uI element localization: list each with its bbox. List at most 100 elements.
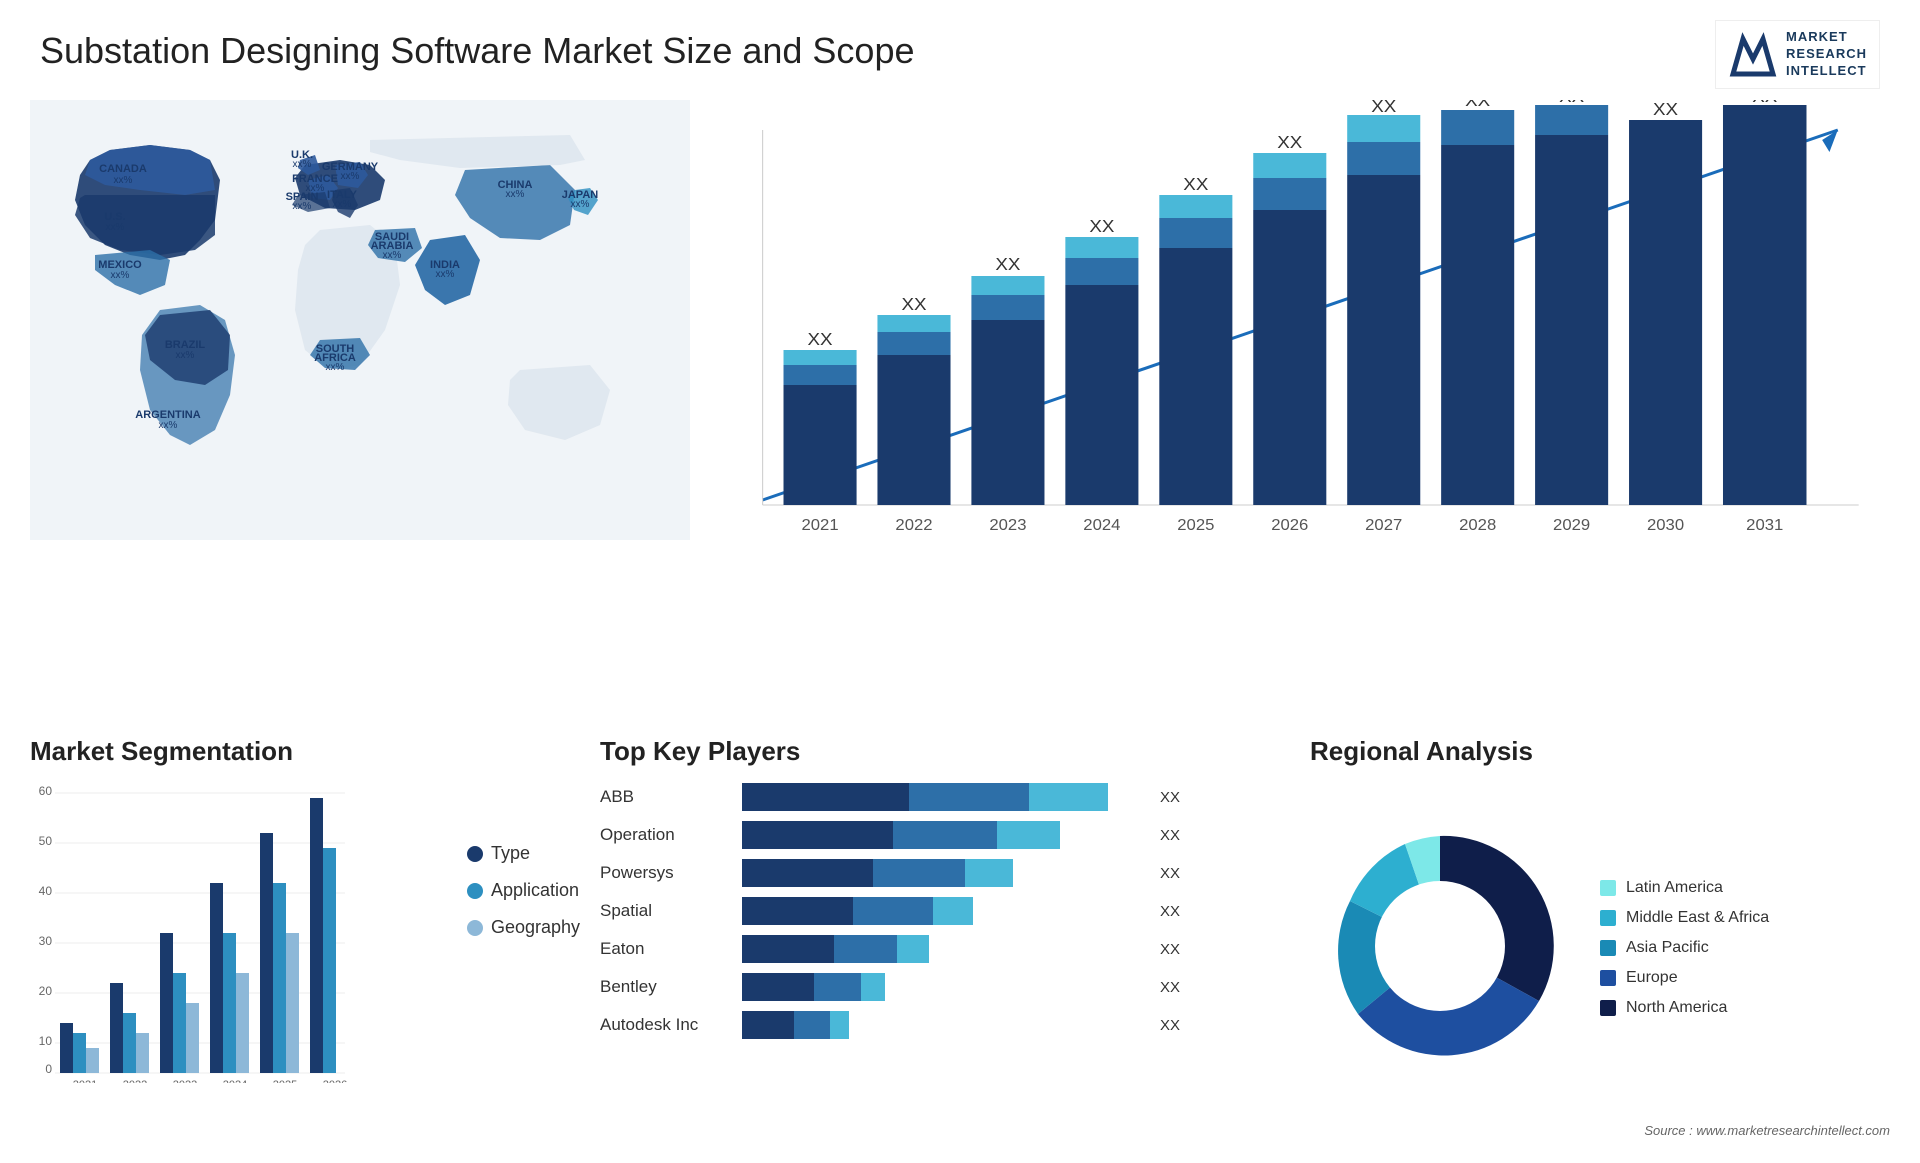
svg-text:2024: 2024 bbox=[1083, 516, 1120, 534]
legend-latin-america: Latin America bbox=[1600, 879, 1769, 897]
application-label: Application bbox=[491, 880, 579, 901]
legend-europe: Europe bbox=[1600, 969, 1769, 987]
asia-pacific-label: Asia Pacific bbox=[1626, 939, 1709, 957]
bar-seg1 bbox=[742, 859, 873, 887]
legend-type: Type bbox=[467, 843, 580, 864]
key-players-title: Top Key Players bbox=[600, 736, 1180, 767]
europe-color bbox=[1600, 970, 1616, 986]
legend-application: Application bbox=[467, 880, 580, 901]
bar-seg3 bbox=[830, 1011, 850, 1039]
bar-seg1 bbox=[742, 821, 893, 849]
type-label: Type bbox=[491, 843, 530, 864]
svg-text:XX: XX bbox=[995, 253, 1020, 274]
svg-text:30: 30 bbox=[39, 934, 53, 948]
player-name-powersys: Powersys bbox=[600, 863, 730, 883]
bar-seg1 bbox=[742, 973, 814, 1001]
player-xx-operation: XX bbox=[1160, 827, 1180, 844]
bar-seg3 bbox=[933, 897, 973, 925]
player-row-autodesk: Autodesk Inc XX bbox=[600, 1011, 1180, 1039]
bar-seg2 bbox=[814, 973, 862, 1001]
svg-text:40: 40 bbox=[39, 884, 53, 898]
bar-seg1 bbox=[742, 783, 909, 811]
svg-text:xx%: xx% bbox=[159, 420, 178, 431]
north-america-label: North America bbox=[1626, 999, 1727, 1017]
market-segmentation-section: Market Segmentation 60 50 40 30 20 10 0 bbox=[30, 736, 580, 1116]
bar-seg3 bbox=[965, 859, 1013, 887]
player-bar-operation bbox=[742, 821, 1140, 849]
world-map-section: CANADA xx% U.S. xx% MEXICO xx% BRAZIL xx… bbox=[30, 100, 690, 540]
svg-text:2022: 2022 bbox=[123, 1079, 147, 1083]
legend-geography: Geography bbox=[467, 917, 580, 938]
growth-bar-chart: XX 2021 XX 2022 XX 2023 XX 2024 XX 2025 … bbox=[700, 100, 1890, 540]
svg-text:xx%: xx% bbox=[114, 175, 133, 186]
svg-text:XX: XX bbox=[1183, 173, 1208, 194]
svg-text:xx%: xx% bbox=[176, 350, 195, 361]
page-title: Substation Designing Software Market Siz… bbox=[40, 30, 915, 72]
source-text: Source : www.marketresearchintellect.com bbox=[1644, 1123, 1890, 1138]
svg-text:2023: 2023 bbox=[173, 1079, 197, 1083]
svg-text:xx%: xx% bbox=[293, 201, 312, 212]
svg-text:XX: XX bbox=[1752, 100, 1777, 106]
svg-text:10: 10 bbox=[39, 1034, 53, 1048]
bar-seg3 bbox=[997, 821, 1061, 849]
svg-text:60: 60 bbox=[39, 784, 53, 798]
bar-seg3 bbox=[897, 935, 929, 963]
svg-text:2029: 2029 bbox=[1553, 516, 1590, 534]
player-name-operation: Operation bbox=[600, 825, 730, 845]
donut-chart bbox=[1310, 816, 1570, 1081]
player-bar-powersys bbox=[742, 859, 1140, 887]
svg-text:2021: 2021 bbox=[73, 1079, 97, 1083]
svg-text:2025: 2025 bbox=[1177, 516, 1214, 534]
key-players-section: Top Key Players ABB XX Operation XX Powe… bbox=[600, 736, 1180, 1116]
bar-seg2 bbox=[794, 1011, 830, 1039]
player-xx-powersys: XX bbox=[1160, 865, 1180, 882]
svg-text:XX: XX bbox=[1559, 100, 1584, 106]
svg-text:2028: 2028 bbox=[1459, 516, 1496, 534]
svg-text:XX: XX bbox=[1653, 100, 1678, 119]
svg-text:XX: XX bbox=[808, 328, 833, 349]
logo-icon bbox=[1728, 29, 1778, 79]
player-xx-eaton: XX bbox=[1160, 941, 1180, 958]
world-map: CANADA xx% U.S. xx% MEXICO xx% BRAZIL xx… bbox=[30, 100, 690, 540]
regional-analysis-section: Regional Analysis Latin Ame bbox=[1310, 736, 1890, 1116]
legend-north-america: North America bbox=[1600, 999, 1769, 1017]
svg-text:xx%: xx% bbox=[341, 171, 360, 182]
player-xx-abb: XX bbox=[1160, 789, 1180, 806]
segmentation-title: Market Segmentation bbox=[30, 736, 580, 767]
player-row-spatial: Spatial XX bbox=[600, 897, 1180, 925]
player-name-abb: ABB bbox=[600, 787, 730, 807]
svg-text:xx%: xx% bbox=[111, 270, 130, 281]
bar-seg1 bbox=[742, 897, 853, 925]
player-bar-bentley bbox=[742, 973, 1140, 1001]
bar-seg2 bbox=[909, 783, 1028, 811]
legend-middle-east: Middle East & Africa bbox=[1600, 909, 1769, 927]
svg-text:2026: 2026 bbox=[323, 1079, 347, 1083]
middle-east-label: Middle East & Africa bbox=[1626, 909, 1769, 927]
middle-east-color bbox=[1600, 910, 1616, 926]
player-bar-autodesk bbox=[742, 1011, 1140, 1039]
svg-text:XX: XX bbox=[1371, 100, 1396, 116]
player-xx-bentley: XX bbox=[1160, 979, 1180, 996]
segmentation-chart-container: 60 50 40 30 20 10 0 2021 bbox=[30, 783, 580, 1163]
player-row-powersys: Powersys XX bbox=[600, 859, 1180, 887]
svg-text:2030: 2030 bbox=[1647, 516, 1684, 534]
bar-seg2 bbox=[853, 897, 933, 925]
player-row-operation: Operation XX bbox=[600, 821, 1180, 849]
svg-text:2023: 2023 bbox=[989, 516, 1026, 534]
player-bar-abb bbox=[742, 783, 1140, 811]
logo-text: MARKET RESEARCH INTELLECT bbox=[1786, 29, 1867, 80]
bar-seg2 bbox=[893, 821, 996, 849]
player-name-bentley: Bentley bbox=[600, 977, 730, 997]
player-row-bentley: Bentley XX bbox=[600, 973, 1180, 1001]
svg-text:xx%: xx% bbox=[106, 222, 125, 233]
geography-label: Geography bbox=[491, 917, 580, 938]
svg-text:xx%: xx% bbox=[326, 362, 345, 373]
bar-seg2 bbox=[873, 859, 965, 887]
segmentation-legend: Type Application Geography bbox=[467, 783, 580, 938]
bar-seg2 bbox=[834, 935, 898, 963]
logo: MARKET RESEARCH INTELLECT bbox=[1715, 20, 1880, 89]
bar-seg3 bbox=[861, 973, 885, 1001]
player-bar-spatial bbox=[742, 897, 1140, 925]
player-row-eaton: Eaton XX bbox=[600, 935, 1180, 963]
geography-color bbox=[467, 920, 483, 936]
